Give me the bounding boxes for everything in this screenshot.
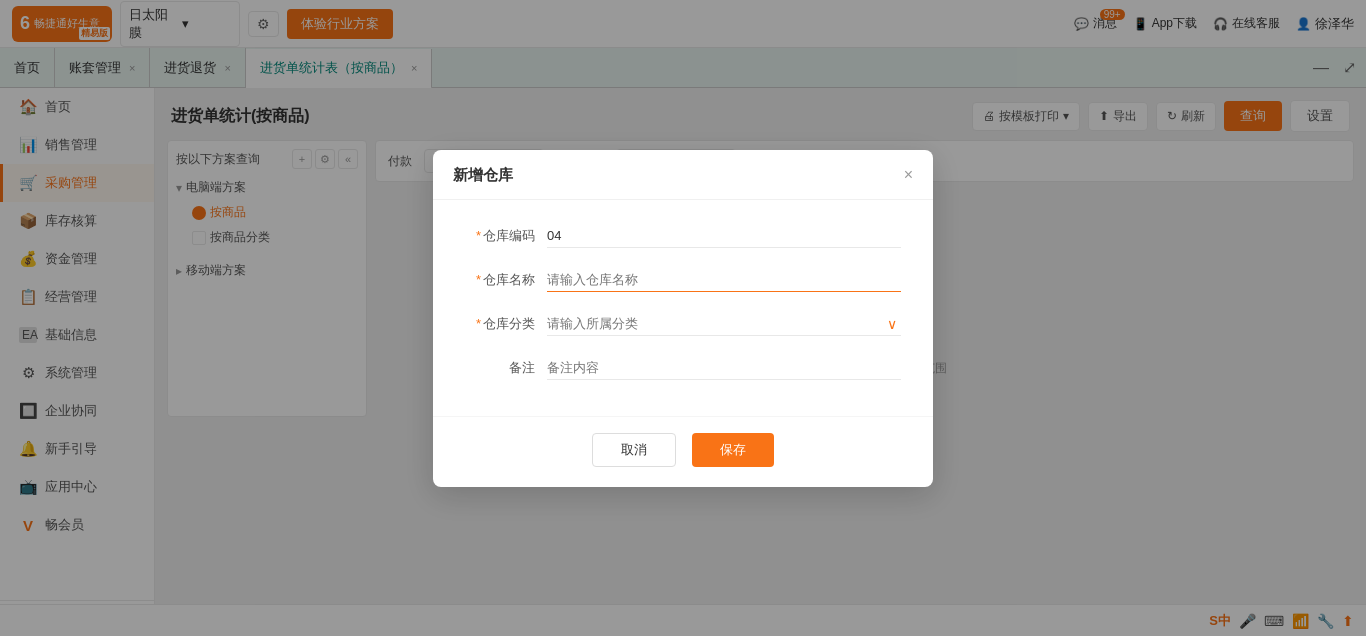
modal-close-button[interactable]: × [904, 166, 913, 184]
warehouse-code-input[interactable] [547, 224, 901, 248]
code-required-mark: * [476, 228, 481, 243]
warehouse-code-label: *仓库编码 [465, 227, 535, 245]
warehouse-category-wrapper: ∨ [547, 312, 901, 336]
warehouse-note-input[interactable] [547, 356, 901, 380]
modal-body: *仓库编码 *仓库名称 *仓库分类 ∨ [433, 200, 933, 416]
save-button[interactable]: 保存 [692, 433, 774, 467]
warehouse-name-label: *仓库名称 [465, 271, 535, 289]
warehouse-code-row: *仓库编码 [465, 224, 901, 248]
warehouse-category-row: *仓库分类 ∨ [465, 312, 901, 336]
warehouse-name-input[interactable] [547, 268, 901, 292]
new-warehouse-modal: 新增仓库 × *仓库编码 *仓库名称 *仓库分类 [433, 150, 933, 487]
modal-overlay: 新增仓库 × *仓库编码 *仓库名称 *仓库分类 [0, 0, 1366, 636]
warehouse-note-label: 备注 [465, 359, 535, 377]
category-required-mark: * [476, 316, 481, 331]
cancel-button[interactable]: 取消 [592, 433, 676, 467]
warehouse-name-row: *仓库名称 [465, 268, 901, 292]
modal-footer: 取消 保存 [433, 416, 933, 487]
modal-header: 新增仓库 × [433, 150, 933, 200]
warehouse-category-input[interactable] [547, 312, 901, 336]
warehouse-note-row: 备注 [465, 356, 901, 380]
modal-title: 新增仓库 [453, 166, 513, 185]
name-required-mark: * [476, 272, 481, 287]
warehouse-category-label: *仓库分类 [465, 315, 535, 333]
